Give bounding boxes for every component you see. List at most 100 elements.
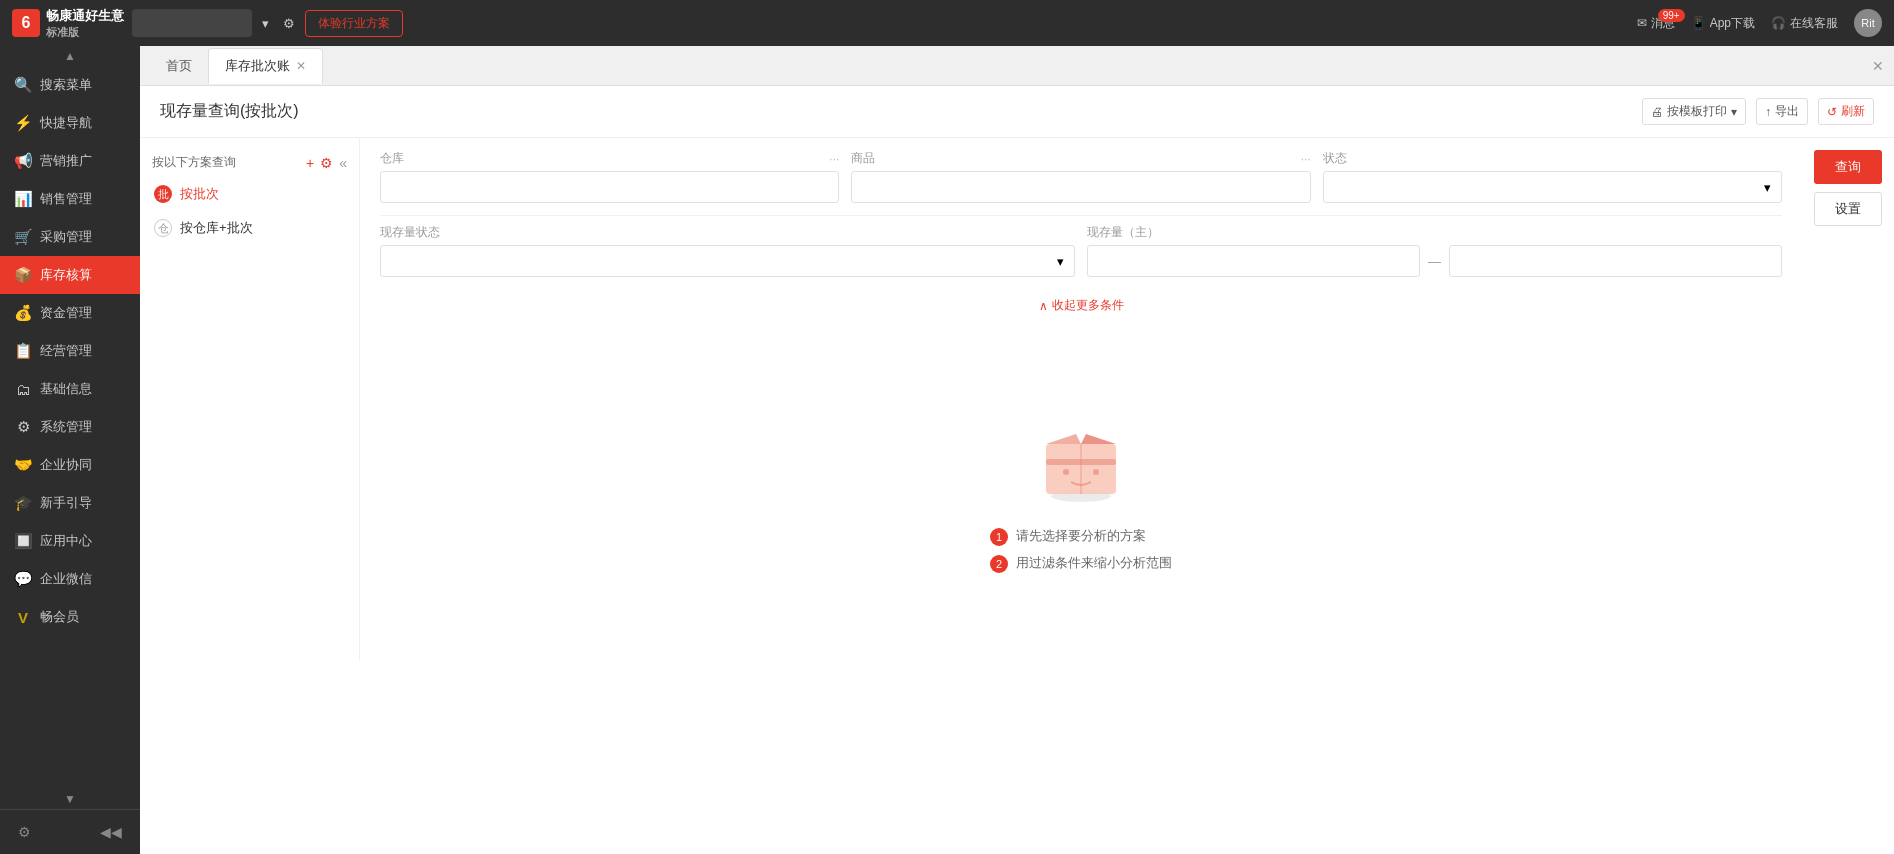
tab-close-btn[interactable]: ✕ bbox=[296, 59, 306, 73]
sidebar-item-apps[interactable]: 🔲 应用中心 bbox=[0, 522, 140, 560]
status-dropdown-icon: ▾ bbox=[1764, 180, 1771, 195]
left-panel-collapse-btn[interactable]: « bbox=[339, 155, 347, 171]
sidebar-item-wechat[interactable]: 💬 企业微信 bbox=[0, 560, 140, 598]
query-btn[interactable]: 查询 bbox=[1814, 150, 1882, 184]
inventory-status-select[interactable]: ▾ bbox=[380, 245, 1075, 277]
tab-bar: 首页 库存批次账 ✕ ✕ bbox=[140, 46, 1894, 86]
basic-icon: 🗂 bbox=[14, 380, 32, 398]
user-avatar-btn[interactable]: Rit bbox=[1854, 9, 1882, 37]
page-header-actions: 🖨 按模板打印 ▾ ↑ 导出 ↺ 刷新 bbox=[1642, 98, 1874, 125]
marketing-icon: 📢 bbox=[14, 152, 32, 170]
sidebar-item-newbie[interactable]: 🎓 新手引导 bbox=[0, 484, 140, 522]
operations-icon: 📋 bbox=[14, 342, 32, 360]
message-btn[interactable]: ✉ 消息 99+ bbox=[1637, 15, 1675, 32]
experience-btn[interactable]: 体验行业方案 bbox=[305, 10, 403, 37]
product-more-btn[interactable]: ··· bbox=[1301, 152, 1311, 166]
search-icon: 🔍 bbox=[14, 76, 32, 94]
sidebar-item-search[interactable]: 🔍 搜索菜单 bbox=[0, 66, 140, 104]
finance-icon: 💰 bbox=[14, 304, 32, 322]
empty-state: 1 请先选择要分析的方案 2 用过滤条件来缩小分析范围 bbox=[360, 334, 1802, 661]
left-panel: 按以下方案查询 + ⚙ « 批 按批次 仓 按仓库+批次 bbox=[140, 138, 360, 661]
brand-name: 畅康通好生意 bbox=[46, 7, 124, 25]
sidebar-scroll-down[interactable]: ▼ bbox=[0, 789, 140, 809]
status-select[interactable]: ▾ bbox=[1323, 171, 1782, 203]
tab-inventory-batch[interactable]: 库存批次账 ✕ bbox=[208, 48, 323, 84]
sidebar-item-quick-nav[interactable]: ⚡ 快捷导航 bbox=[0, 104, 140, 142]
quantity-min-input[interactable] bbox=[1087, 245, 1420, 277]
sidebar-item-finance[interactable]: 💰 资金管理 bbox=[0, 294, 140, 332]
sidebar-scroll-up[interactable]: ▲ bbox=[0, 46, 140, 66]
nav-settings-btn[interactable]: ⚙ bbox=[279, 12, 299, 35]
sidebar-settings-btn[interactable]: ⚙ bbox=[14, 820, 35, 844]
top-bar: 6 畅康通好生意 标准版 ▾ ⚙ 体验行业方案 ✉ 消息 99+ 📱 App下载 bbox=[0, 0, 1894, 46]
product-input[interactable] bbox=[851, 171, 1310, 203]
nav-dropdown-btn[interactable]: ▾ bbox=[258, 12, 273, 35]
status-label: 状态 bbox=[1323, 150, 1347, 167]
warehouse-input[interactable] bbox=[380, 171, 839, 203]
left-panel-actions: + ⚙ « bbox=[306, 155, 347, 171]
sidebar-item-sales[interactable]: 📊 销售管理 bbox=[0, 180, 140, 218]
app-download-btn[interactable]: 📱 App下载 bbox=[1691, 15, 1755, 32]
quantity-dash: — bbox=[1428, 254, 1441, 269]
phone-icon: 📱 bbox=[1691, 16, 1706, 30]
collapse-row[interactable]: ∧ 收起更多条件 bbox=[380, 289, 1782, 322]
sidebar-item-system[interactable]: ⚙ 系统管理 bbox=[0, 408, 140, 446]
page-content: 现存量查询(按批次) 🖨 按模板打印 ▾ ↑ 导出 ↺ 刷新 bbox=[140, 86, 1894, 854]
tab-home[interactable]: 首页 bbox=[150, 49, 208, 83]
main-layout: ▲ 🔍 搜索菜单 ⚡ 快捷导航 📢 营销推广 📊 销售管理 🛒 采购管理 bbox=[0, 46, 1894, 854]
left-panel-item-by-warehouse-batch[interactable]: 仓 按仓库+批次 bbox=[140, 211, 359, 245]
refresh-icon: ↺ bbox=[1827, 105, 1837, 119]
sidebar-collapse-btn[interactable]: ◀◀ bbox=[96, 820, 126, 844]
sidebar-item-operations[interactable]: 📋 经营管理 bbox=[0, 332, 140, 370]
sidebar-item-purchase[interactable]: 🛒 采购管理 bbox=[0, 218, 140, 256]
print-icon: 🖨 bbox=[1651, 105, 1663, 119]
newbie-icon: 🎓 bbox=[14, 494, 32, 512]
left-panel-wrapper: 按以下方案查询 + ⚙ « 批 按批次 仓 按仓库+批次 bbox=[140, 138, 1894, 661]
sidebar: ▲ 🔍 搜索菜单 ⚡ 快捷导航 📢 营销推广 📊 销售管理 🛒 采购管理 bbox=[0, 46, 140, 854]
message-icon: ✉ bbox=[1637, 16, 1647, 30]
left-panel-add-btn[interactable]: + bbox=[306, 155, 314, 171]
inventory-status-dropdown-icon: ▾ bbox=[1057, 254, 1064, 269]
inventory-icon: 📦 bbox=[14, 266, 32, 284]
top-bar-right: ✉ 消息 99+ 📱 App下载 🎧 在线客服 Rit bbox=[1637, 9, 1882, 37]
export-icon: ↑ bbox=[1765, 105, 1771, 119]
empty-tip-2: 2 用过滤条件来缩小分析范围 bbox=[990, 554, 1172, 573]
export-btn[interactable]: ↑ 导出 bbox=[1756, 98, 1808, 125]
sidebar-item-enterprise[interactable]: 🤝 企业协同 bbox=[0, 446, 140, 484]
quantity-filter: 现存量（主） — bbox=[1087, 224, 1782, 277]
apps-icon: 🔲 bbox=[14, 532, 32, 550]
status-filter: 状态 ▾ bbox=[1323, 150, 1782, 203]
headset-icon: 🎧 bbox=[1771, 16, 1786, 30]
svg-point-5 bbox=[1093, 469, 1099, 475]
action-buttons: 查询 设置 bbox=[1802, 138, 1894, 661]
quantity-max-input[interactable] bbox=[1449, 245, 1782, 277]
enterprise-icon: 🤝 bbox=[14, 456, 32, 474]
left-panel-settings-btn[interactable]: ⚙ bbox=[320, 155, 333, 171]
content-area: 首页 库存批次账 ✕ ✕ 现存量查询(按批次) 🖨 按模板打印 ▾ bbox=[140, 46, 1894, 854]
nav-input[interactable] bbox=[132, 9, 252, 37]
filter-row-1: 仓库 ··· 商品 ··· bbox=[380, 150, 1782, 203]
close-all-btn[interactable]: ✕ bbox=[1872, 58, 1884, 74]
user-avatar: Rit bbox=[1854, 9, 1882, 37]
sidebar-item-inventory[interactable]: 📦 库存核算 bbox=[0, 256, 140, 294]
print-btn[interactable]: 🖨 按模板打印 ▾ bbox=[1642, 98, 1746, 125]
refresh-btn[interactable]: ↺ 刷新 bbox=[1818, 98, 1874, 125]
sidebar-bottom: ⚙ ◀◀ bbox=[0, 809, 140, 854]
main-filter-area: 仓库 ··· 商品 ··· bbox=[360, 138, 1802, 661]
sidebar-item-basic[interactable]: 🗂 基础信息 bbox=[0, 370, 140, 408]
page-header: 现存量查询(按批次) 🖨 按模板打印 ▾ ↑ 导出 ↺ 刷新 bbox=[140, 86, 1894, 138]
system-icon: ⚙ bbox=[14, 418, 32, 436]
sidebar-items: ⚡ 快捷导航 📢 营销推广 📊 销售管理 🛒 采购管理 📦 库存核算 💰 bbox=[0, 104, 140, 789]
edition-tag: 标准版 bbox=[46, 25, 124, 40]
empty-tip-1: 1 请先选择要分析的方案 bbox=[990, 527, 1172, 546]
sidebar-item-member[interactable]: V 畅会员 bbox=[0, 598, 140, 636]
message-badge: 99+ bbox=[1658, 9, 1685, 22]
warehouse-filter: 仓库 ··· bbox=[380, 150, 839, 203]
svg-point-4 bbox=[1063, 469, 1069, 475]
sidebar-item-marketing[interactable]: 📢 营销推广 bbox=[0, 142, 140, 180]
warehouse-more-btn[interactable]: ··· bbox=[829, 152, 839, 166]
settings-btn[interactable]: 设置 bbox=[1814, 192, 1882, 226]
by-warehouse-batch-icon: 仓 bbox=[154, 219, 172, 237]
left-panel-item-by-batch[interactable]: 批 按批次 bbox=[140, 177, 359, 211]
service-btn[interactable]: 🎧 在线客服 bbox=[1771, 15, 1838, 32]
